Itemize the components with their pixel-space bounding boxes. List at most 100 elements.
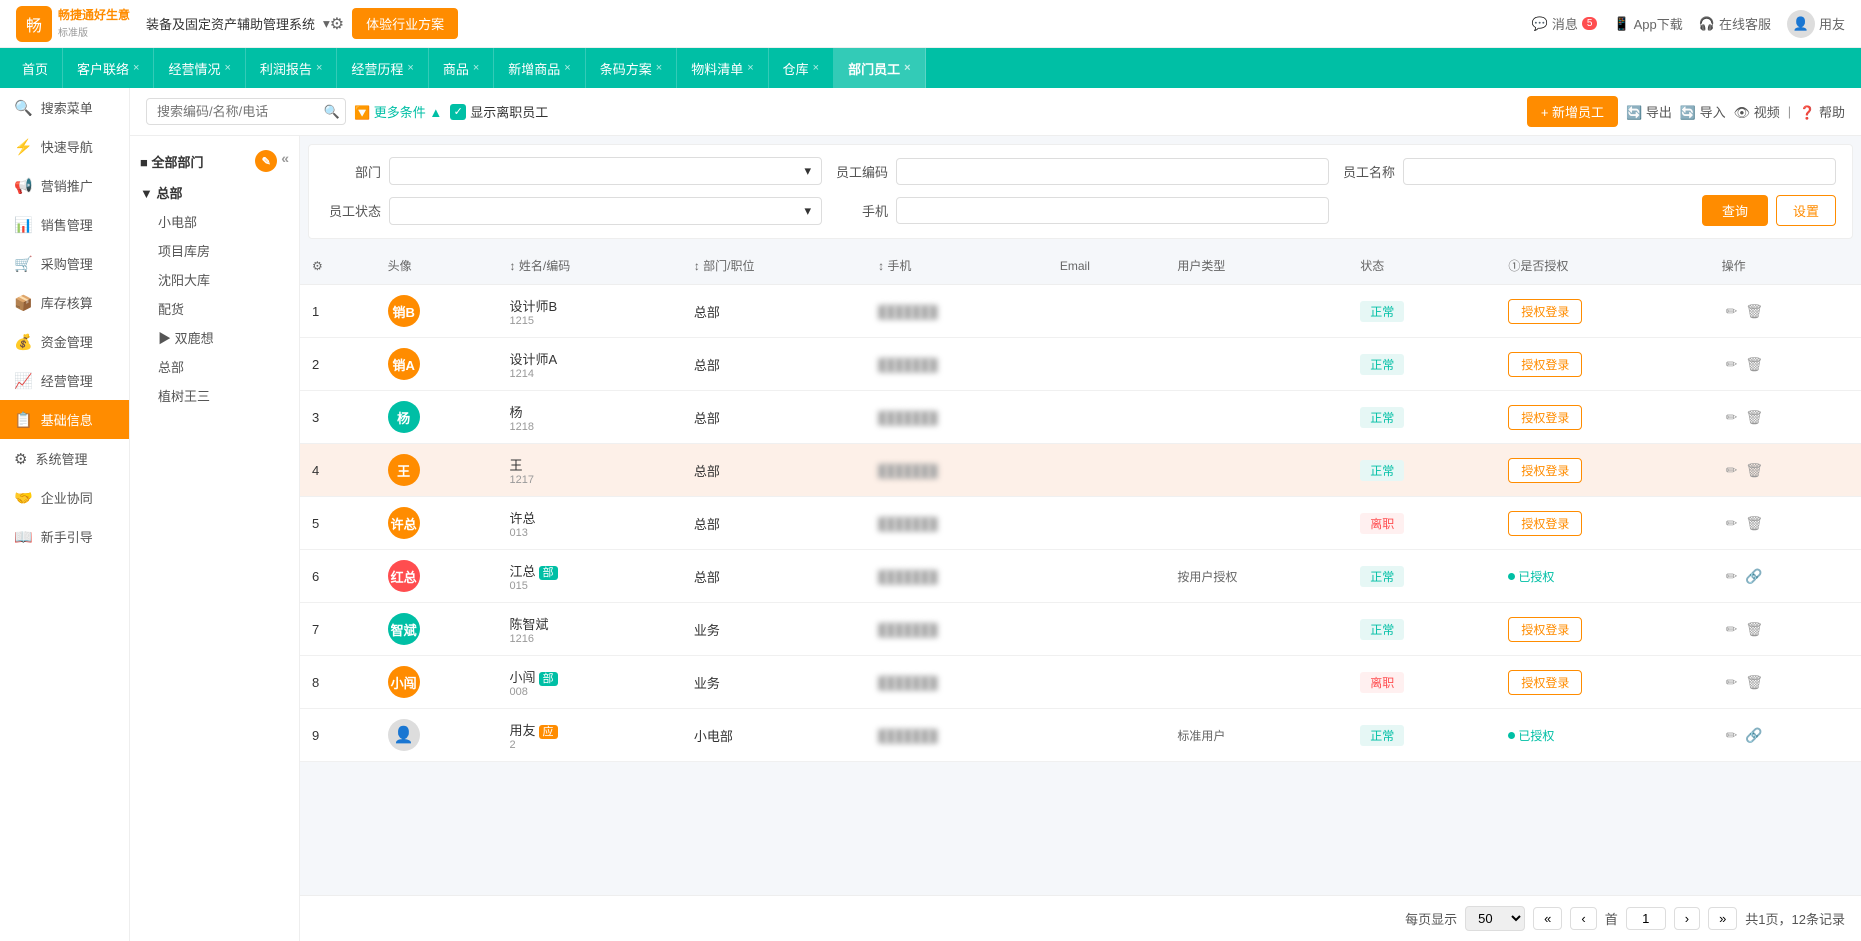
- dept-tree-item-general[interactable]: ▼ 总部: [130, 178, 299, 207]
- search-input[interactable]: [146, 98, 346, 125]
- sidebar-item-marketing[interactable]: 📢 营销推广: [0, 166, 129, 205]
- phone-input[interactable]: [896, 197, 1329, 224]
- close-icon[interactable]: ×: [224, 62, 230, 74]
- sidebar-item-search[interactable]: 🔍 搜索菜单: [0, 88, 129, 127]
- view-btn[interactable]: 👁 视频: [1734, 102, 1780, 121]
- delete-btn[interactable]: 🗑: [1741, 460, 1767, 481]
- delete-btn[interactable]: 🔗: [1741, 566, 1766, 587]
- tab-dept-staff[interactable]: 部门员工 ×: [834, 48, 925, 88]
- sidebar-item-biz[interactable]: 📈 经营管理: [0, 361, 129, 400]
- sidebar-item-collab[interactable]: 🤝 企业协同: [0, 478, 129, 517]
- delete-btn[interactable]: 🗑: [1741, 301, 1767, 322]
- edit-btn[interactable]: ✏: [1722, 460, 1742, 481]
- sidebar-item-guide[interactable]: 📖 新手引导: [0, 517, 129, 556]
- add-employee-btn[interactable]: + 新增员工: [1527, 96, 1618, 127]
- help-btn[interactable]: ❓ 帮助: [1799, 102, 1845, 121]
- last-page-btn[interactable]: »: [1708, 907, 1737, 930]
- dept-collapse-btn[interactable]: «: [281, 150, 289, 172]
- sidebar-item-basic[interactable]: 📋 基础信息: [0, 400, 129, 439]
- settings-gear-btn[interactable]: ⚙: [330, 14, 344, 34]
- close-icon[interactable]: ×: [656, 62, 662, 74]
- sidebar-item-nav[interactable]: ⚡ 快速导航: [0, 127, 129, 166]
- msg-action[interactable]: 💬 消息 5: [1532, 14, 1598, 33]
- query-btn[interactable]: 查询: [1702, 195, 1768, 226]
- edit-btn[interactable]: ✏: [1722, 301, 1742, 322]
- close-icon[interactable]: ×: [407, 62, 413, 74]
- delete-btn[interactable]: 🗑: [1741, 672, 1767, 693]
- delete-btn[interactable]: 🔗: [1741, 725, 1766, 746]
- edit-btn[interactable]: ✏: [1722, 407, 1742, 428]
- close-icon[interactable]: ×: [813, 62, 819, 74]
- th-name[interactable]: ↕ 姓名/编码: [498, 247, 682, 285]
- edit-btn[interactable]: ✏: [1722, 725, 1742, 746]
- dept-filter-select[interactable]: ▾: [389, 157, 822, 185]
- close-icon[interactable]: ×: [564, 62, 570, 74]
- tab-warehouse[interactable]: 仓库 ×: [769, 48, 834, 88]
- set-btn[interactable]: 设置: [1776, 195, 1836, 226]
- export-btn[interactable]: 🔄 导出: [1626, 102, 1672, 121]
- sidebar-item-sales[interactable]: 📊 销售管理: [0, 205, 129, 244]
- sidebar-item-system[interactable]: ⚙ 系统管理: [0, 439, 129, 478]
- user-action[interactable]: 👤 用友: [1787, 10, 1845, 38]
- tab-profit[interactable]: 利润报告 ×: [246, 48, 337, 88]
- online-service-action[interactable]: 🎧 在线客服: [1699, 14, 1771, 33]
- authorize-btn[interactable]: 授权登录: [1508, 352, 1582, 377]
- dept-tree-item-shenyang[interactable]: 沈阳大库: [130, 265, 299, 294]
- authorize-btn[interactable]: 授权登录: [1508, 299, 1582, 324]
- authorize-btn[interactable]: 授权登录: [1508, 405, 1582, 430]
- close-icon[interactable]: ×: [904, 62, 910, 74]
- dept-tree-item-zhishu[interactable]: 植树王三: [130, 381, 299, 410]
- sidebar-item-inventory[interactable]: 📦 库存核算: [0, 283, 129, 322]
- tab-customer[interactable]: 客户联络 ×: [63, 48, 154, 88]
- close-icon[interactable]: ×: [316, 62, 322, 74]
- trial-btn[interactable]: 体验行业方案: [352, 8, 458, 39]
- status-filter-select[interactable]: ▾: [389, 197, 822, 225]
- dept-tree-item-zongbu[interactable]: 总部: [130, 352, 299, 381]
- dept-edit-icon[interactable]: ✎: [255, 150, 277, 172]
- edit-btn[interactable]: ✏: [1722, 513, 1742, 534]
- tab-barcode[interactable]: 条码方案 ×: [586, 48, 677, 88]
- delete-btn[interactable]: 🗑: [1741, 619, 1767, 640]
- sidebar-item-purchase[interactable]: 🛒 采购管理: [0, 244, 129, 283]
- tab-add-goods[interactable]: 新增商品 ×: [494, 48, 585, 88]
- next-page-btn[interactable]: ›: [1674, 907, 1700, 930]
- delete-btn[interactable]: 🗑: [1741, 354, 1767, 375]
- delete-btn[interactable]: 🗑: [1741, 407, 1767, 428]
- th-dept[interactable]: ↕ 部门/职位: [682, 247, 866, 285]
- dept-tree-item-peihuo[interactable]: 配货: [130, 294, 299, 323]
- authorize-btn[interactable]: 授权登录: [1508, 617, 1582, 642]
- first-page-btn[interactable]: «: [1533, 907, 1562, 930]
- th-settings[interactable]: ⚙: [300, 247, 376, 285]
- edit-btn[interactable]: ✏: [1722, 566, 1742, 587]
- empname-input[interactable]: [1403, 158, 1836, 185]
- delete-btn[interactable]: 🗑: [1741, 513, 1767, 534]
- authorize-btn[interactable]: 授权登录: [1508, 670, 1582, 695]
- close-icon[interactable]: ×: [747, 62, 753, 74]
- close-icon[interactable]: ×: [473, 62, 479, 74]
- authorize-btn[interactable]: 授权登录: [1508, 458, 1582, 483]
- import-btn[interactable]: 🔄 导入: [1680, 102, 1726, 121]
- page-number-input[interactable]: [1626, 907, 1666, 930]
- tab-home[interactable]: 首页: [8, 48, 63, 88]
- sidebar-item-finance[interactable]: 💰 资金管理: [0, 322, 129, 361]
- system-dropdown-btn[interactable]: ▾: [323, 16, 330, 32]
- authorize-btn[interactable]: 授权登录: [1508, 511, 1582, 536]
- tab-bom[interactable]: 物料清单 ×: [677, 48, 768, 88]
- prev-page-btn[interactable]: ‹: [1570, 907, 1596, 930]
- empcode-input[interactable]: [896, 158, 1329, 185]
- edit-btn[interactable]: ✏: [1722, 672, 1742, 693]
- show-resigned-checkbox[interactable]: ✓ 显示离职员工: [450, 102, 548, 121]
- more-filter-btn[interactable]: 🔽 更多条件 ▲: [354, 102, 442, 121]
- tab-goods[interactable]: 商品 ×: [429, 48, 494, 88]
- th-phone[interactable]: ↕ 手机: [866, 247, 1048, 285]
- search-icon-btn[interactable]: 🔍: [324, 104, 340, 120]
- tab-history[interactable]: 经营历程 ×: [337, 48, 428, 88]
- dept-tree-item-project[interactable]: 项目库房: [130, 236, 299, 265]
- edit-btn[interactable]: ✏: [1722, 619, 1742, 640]
- dept-tree-item-shuanglu[interactable]: ▶ 双鹿想: [130, 323, 299, 352]
- close-icon[interactable]: ×: [133, 62, 139, 74]
- app-download-action[interactable]: 📱 App下载: [1613, 14, 1682, 33]
- tab-operation[interactable]: 经营情况 ×: [154, 48, 245, 88]
- dept-tree-item-xiaodian[interactable]: 小电部: [130, 207, 299, 236]
- edit-btn[interactable]: ✏: [1722, 354, 1742, 375]
